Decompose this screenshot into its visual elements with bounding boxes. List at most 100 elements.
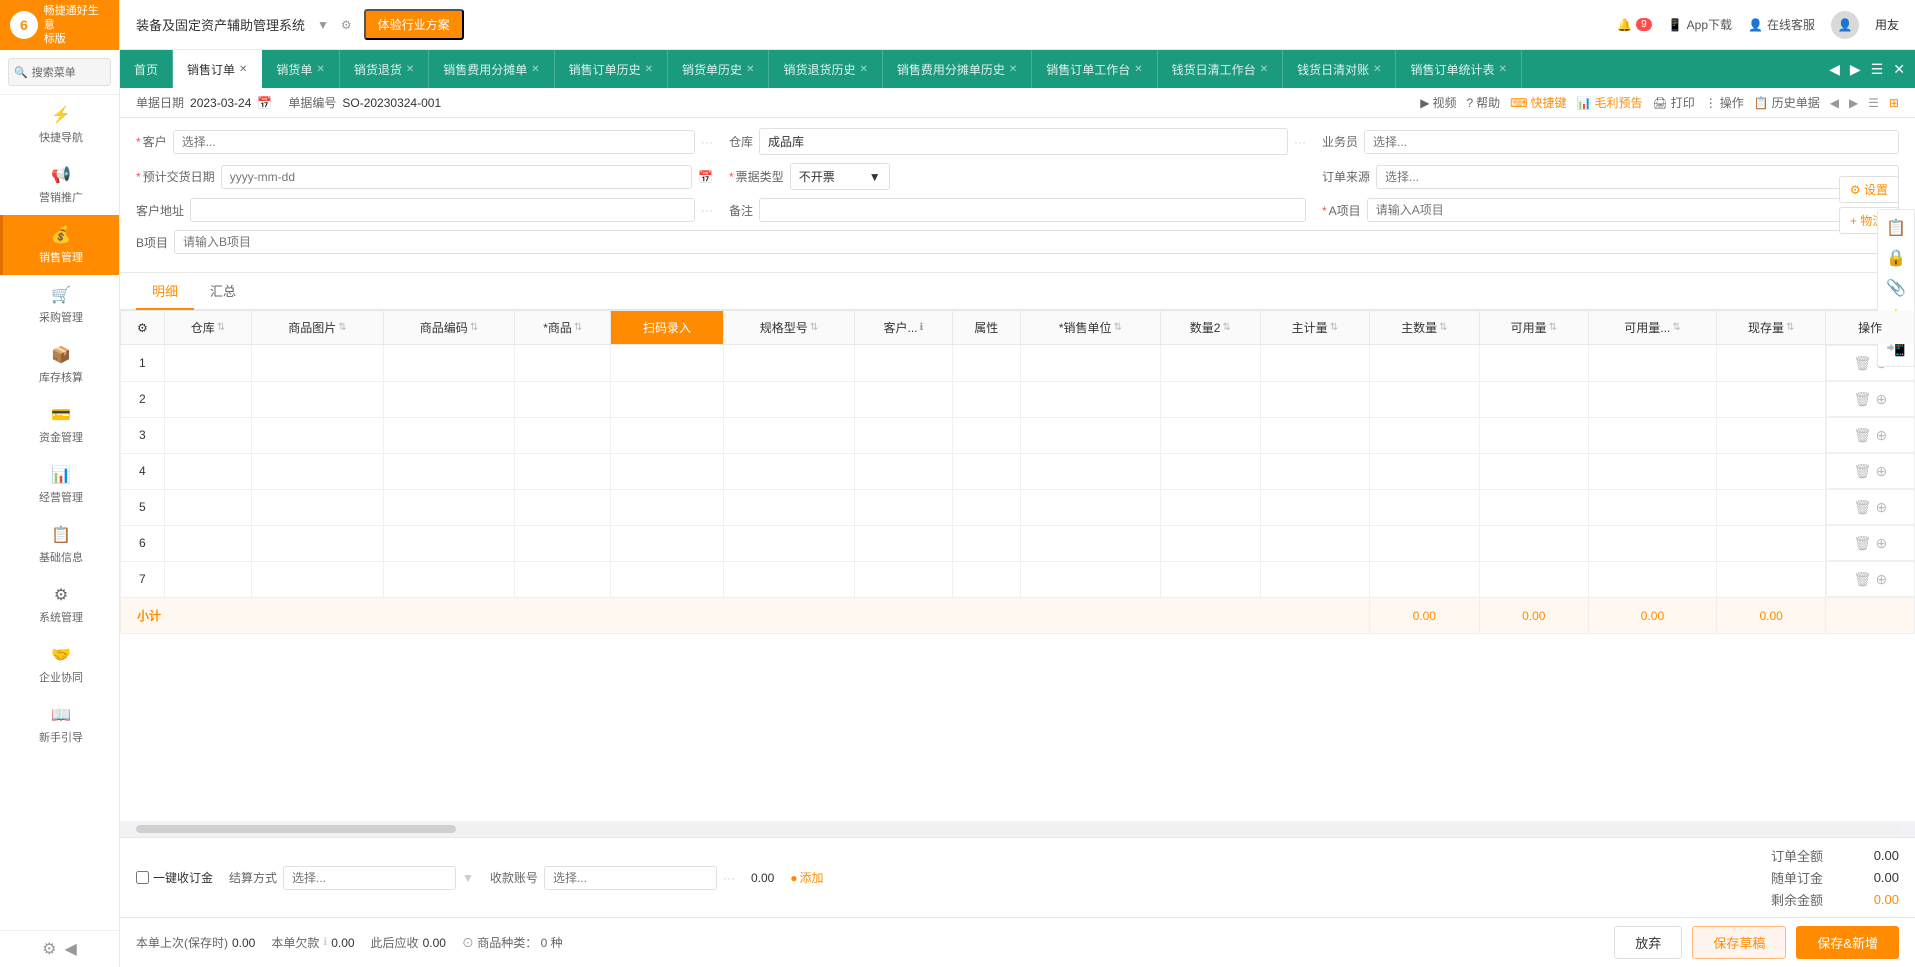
row-customer-ref[interactable] xyxy=(855,525,952,561)
row-spec[interactable] xyxy=(723,525,855,561)
tab-1[interactable]: 销售订单✕ xyxy=(173,50,262,88)
address-input[interactable] xyxy=(190,198,695,222)
row-attr[interactable] xyxy=(952,345,1020,382)
tab-5[interactable]: 销售订单历史✕ xyxy=(555,50,668,88)
row-goods[interactable] xyxy=(515,489,611,525)
discard-button[interactable]: 放弃 xyxy=(1614,926,1682,959)
row-attr[interactable] xyxy=(952,417,1020,453)
b-project-input[interactable] xyxy=(174,230,1899,254)
row-code[interactable] xyxy=(383,489,515,525)
tab-close-1[interactable]: ✕ xyxy=(239,64,247,75)
tab-3[interactable]: 销货退货✕ xyxy=(340,50,429,88)
col-main-qty[interactable]: 主数量⇅ xyxy=(1370,311,1479,345)
tab-7[interactable]: 销货退货历史✕ xyxy=(769,50,882,88)
a-project-input[interactable] xyxy=(1367,198,1899,222)
tab-next-button[interactable]: ▶ xyxy=(1846,59,1865,80)
col-current[interactable]: 现存量⇅ xyxy=(1716,311,1825,345)
row-main-qty[interactable] xyxy=(1370,561,1479,598)
row-available[interactable] xyxy=(1479,489,1588,525)
row-code[interactable] xyxy=(383,453,515,489)
tab-11[interactable]: 钱货日清对账✕ xyxy=(1283,50,1396,88)
row-spec[interactable] xyxy=(723,345,855,382)
row-spec[interactable] xyxy=(723,453,855,489)
tab-4[interactable]: 销售费用分摊单✕ xyxy=(429,50,554,88)
operation-button[interactable]: ⋮ 操作 xyxy=(1705,94,1744,111)
row-customer-ref[interactable] xyxy=(855,417,952,453)
sidebar-item-库存核算[interactable]: 📦库存核算 xyxy=(0,335,119,395)
sidebar-item-系统管理[interactable]: ⚙系统管理 xyxy=(0,575,119,635)
tab-close-7[interactable]: ✕ xyxy=(859,64,867,75)
col-settings[interactable]: ⚙ xyxy=(121,311,165,345)
tab-close-5[interactable]: ✕ xyxy=(645,64,653,75)
delete-icon[interactable]: 🗑 xyxy=(1854,463,1872,480)
account-input[interactable] xyxy=(544,866,717,890)
row-spec[interactable] xyxy=(723,489,855,525)
col-main-unit[interactable]: 主计量⇅ xyxy=(1260,311,1369,345)
col-spec[interactable]: 规格型号⇅ xyxy=(723,311,855,345)
sidebar-item-企业协同[interactable]: 🤝企业协同 xyxy=(0,635,119,695)
industry-button[interactable]: 体验行业方案 xyxy=(364,9,464,40)
row-code[interactable] xyxy=(383,345,515,382)
row-current[interactable] xyxy=(1716,345,1825,382)
row-image[interactable] xyxy=(252,345,384,382)
row-code[interactable] xyxy=(383,381,515,417)
history-button[interactable]: 📋 历史单据 xyxy=(1754,94,1820,111)
row-goods[interactable] xyxy=(515,417,611,453)
customer-input[interactable] xyxy=(173,130,695,154)
one-click-checkbox[interactable]: 一键收订金 xyxy=(136,869,213,886)
tab-close-8[interactable]: ✕ xyxy=(1009,64,1017,75)
row-qty2[interactable] xyxy=(1160,417,1260,453)
table-view-icon[interactable]: ⊞ xyxy=(1889,96,1899,110)
row-available[interactable] xyxy=(1479,417,1588,453)
online-service-button[interactable]: 👤 在线客服 xyxy=(1748,16,1815,33)
tab-close-11[interactable]: ✕ xyxy=(1373,64,1381,75)
row-customer-ref[interactable] xyxy=(855,453,952,489)
row-goods[interactable] xyxy=(515,453,611,489)
address-dots[interactable]: ··· xyxy=(701,203,713,217)
sidebar-item-新手引导[interactable]: 📖新手引导 xyxy=(0,695,119,755)
col-scan[interactable]: 扫码录入 xyxy=(611,311,723,345)
row-unit[interactable] xyxy=(1020,525,1160,561)
row-goods[interactable] xyxy=(515,345,611,382)
delete-icon[interactable]: 🗑 xyxy=(1854,499,1872,516)
nav-next-icon[interactable]: ▶ xyxy=(1849,96,1858,110)
save-new-button[interactable]: 保存&新增 xyxy=(1796,926,1899,959)
col-goods[interactable]: *商品⇅ xyxy=(515,311,611,345)
row-warehouse[interactable] xyxy=(164,345,251,382)
save-draft-button[interactable]: 保存草稿 xyxy=(1692,926,1786,959)
settings-button[interactable]: ⚙ 设置 xyxy=(1839,176,1899,203)
col-customer-ref[interactable]: 客户... ℹ xyxy=(855,311,952,345)
copy-icon[interactable]: ⊕ xyxy=(1875,463,1887,480)
tab-close-9[interactable]: ✕ xyxy=(1134,64,1142,75)
row-main-unit[interactable] xyxy=(1260,489,1369,525)
row-warehouse[interactable] xyxy=(164,561,251,598)
row-image[interactable] xyxy=(252,381,384,417)
tab-close-4[interactable]: ✕ xyxy=(531,64,539,75)
row-spec[interactable] xyxy=(723,381,855,417)
col-image[interactable]: 商品图片⇅ xyxy=(252,311,384,345)
row-available2[interactable] xyxy=(1589,417,1717,453)
tab-close-button[interactable]: ✕ xyxy=(1889,59,1909,80)
settings-icon[interactable]: ⚙ xyxy=(42,939,56,959)
row-customer-ref[interactable] xyxy=(855,345,952,382)
app-download-button[interactable]: 📱 App下载 xyxy=(1668,16,1732,33)
row-main-qty[interactable] xyxy=(1370,453,1479,489)
sidebar-item-经营管理[interactable]: 📊经营管理 xyxy=(0,455,119,515)
row-qty2[interactable] xyxy=(1160,489,1260,525)
row-scan[interactable] xyxy=(611,561,723,598)
row-warehouse[interactable] xyxy=(164,381,251,417)
dropdown-icon[interactable]: ▼ xyxy=(317,18,329,32)
row-qty2[interactable] xyxy=(1160,561,1260,598)
delete-icon[interactable]: 🗑 xyxy=(1854,391,1872,408)
row-current[interactable] xyxy=(1716,453,1825,489)
row-available2[interactable] xyxy=(1589,381,1717,417)
row-scan[interactable] xyxy=(611,525,723,561)
tab-prev-button[interactable]: ◀ xyxy=(1825,59,1844,80)
add-button[interactable]: ● 添加 xyxy=(790,869,823,886)
row-main-unit[interactable] xyxy=(1260,561,1369,598)
row-current[interactable] xyxy=(1716,417,1825,453)
row-main-qty[interactable] xyxy=(1370,417,1479,453)
tab-close-10[interactable]: ✕ xyxy=(1260,64,1268,75)
row-main-qty[interactable] xyxy=(1370,381,1479,417)
row-available2[interactable] xyxy=(1589,561,1717,598)
